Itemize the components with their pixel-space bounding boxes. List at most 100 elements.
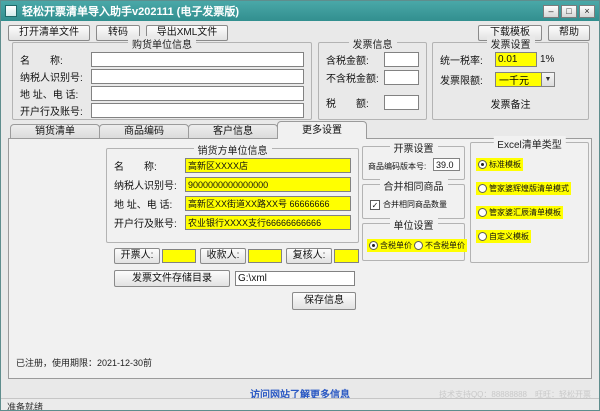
unit-settings-title: 单位设置 xyxy=(390,217,438,232)
amount-tax-row: 含税金额: xyxy=(326,52,419,67)
seller-bank-input[interactable] xyxy=(185,215,351,230)
excel-option-label: 自定义模板 xyxy=(489,231,529,242)
excel-option-label: 管家婆辉煌版清单模式 xyxy=(489,183,569,194)
invoice-settings-title: 发票设置 xyxy=(487,36,535,51)
seller-name-input[interactable] xyxy=(185,158,351,173)
invoice-settings-group: 发票设置 统一税率: 1% 发票限额: 一千元 ▼ 发票备注 xyxy=(432,42,589,120)
seller-info-group: 销货方单位信息 名 称: 纳税人识别号: 地 址、电 话: 开户行及账号: xyxy=(106,148,359,243)
merge-checkbox-row[interactable]: ✓ 合并相同商品数量 xyxy=(370,199,447,210)
excel-type-title: Excel清单类型 xyxy=(493,136,565,151)
help-button[interactable]: 帮助 xyxy=(548,25,590,41)
radio-selected-icon xyxy=(478,160,487,169)
registration-status: 已注册，使用期限：2021-12-30前 xyxy=(16,356,152,369)
excel-option-gjp-huichen[interactable]: 管家婆汇辰清单模板 xyxy=(476,206,563,219)
tab-product-code[interactable]: 商品编码 xyxy=(99,124,189,139)
buyer-taxid-row: 纳税人识别号: xyxy=(20,69,304,84)
tab-more-settings[interactable]: 更多设置 xyxy=(277,121,367,139)
app-window: 轻松开票清单导入助手v202111 (电子发票版) – □ × 打开清单文件 转… xyxy=(0,0,600,411)
titlebar: 轻松开票清单导入助手v202111 (电子发票版) – □ × xyxy=(1,1,599,21)
open-list-file-button[interactable]: 打开清单文件 xyxy=(8,25,90,41)
buyer-taxid-input[interactable] xyxy=(91,69,304,84)
code-version-input[interactable] xyxy=(433,158,460,171)
status-bar: 准备就绪 xyxy=(1,398,599,410)
tax-rate-label: 统一税率: xyxy=(440,52,492,67)
tax-amount-input[interactable] xyxy=(384,95,419,110)
amount-notax-row: 不含税金额: xyxy=(326,70,419,85)
reviewer-button[interactable]: 复核人: xyxy=(286,248,332,264)
seller-address-input[interactable] xyxy=(185,196,351,211)
tax-rate-input[interactable] xyxy=(495,52,537,67)
buyer-address-input[interactable] xyxy=(91,86,304,101)
seller-bank-row: 开户行及账号: xyxy=(114,215,351,230)
remark-label: 发票备注 xyxy=(433,96,588,111)
invoice-info-group: 发票信息 含税金额: 不含税金额: 税 额: xyxy=(318,42,427,120)
quota-label: 发票限额: xyxy=(440,72,492,87)
seller-taxid-input[interactable] xyxy=(185,177,351,192)
unit-option-label: 含税单价 xyxy=(380,240,412,251)
buyer-info-title: 购货单位信息 xyxy=(128,36,196,51)
radio-icon xyxy=(414,241,423,250)
payee-button[interactable]: 收款人: xyxy=(200,248,246,264)
excel-option-label: 管家婆汇辰清单模板 xyxy=(489,207,561,218)
close-button[interactable]: × xyxy=(579,5,595,18)
storage-path-input[interactable] xyxy=(235,271,355,286)
save-button[interactable]: 保存信息 xyxy=(292,292,356,310)
buyer-name-row: 名 称: xyxy=(20,52,304,67)
billing-settings-title: 开票设置 xyxy=(390,140,438,155)
excel-option-custom[interactable]: 自定义模板 xyxy=(476,230,531,243)
unit-settings-group: 单位设置 含税单价 不含税单价 xyxy=(362,223,465,261)
seller-taxid-label: 纳税人识别号: xyxy=(114,177,182,192)
excel-type-group: Excel清单类型 标准模板 管家婆辉煌版清单模式 管家婆汇辰清单模板 自定义模… xyxy=(470,142,589,263)
tax-rate-percent: 1% xyxy=(540,54,554,65)
merge-checkbox-label: 合并相同商品数量 xyxy=(383,199,447,210)
radio-icon xyxy=(478,184,487,193)
tax-amount-label: 税 额: xyxy=(326,95,381,110)
unit-option-tax-excluded[interactable]: 不含税单价 xyxy=(412,239,467,252)
merge-checkbox[interactable]: ✓ xyxy=(370,200,380,210)
chevron-down-icon: ▼ xyxy=(541,73,554,86)
tab-customer-info[interactable]: 客户信息 xyxy=(188,124,278,139)
radio-icon xyxy=(478,208,487,217)
unit-option-tax-included[interactable]: 含税单价 xyxy=(367,239,414,252)
amount-with-tax-input[interactable] xyxy=(384,52,419,67)
radio-selected-icon xyxy=(369,241,378,250)
buyer-bank-input[interactable] xyxy=(91,103,304,118)
reviewer-input[interactable] xyxy=(334,249,359,263)
payee-input[interactable] xyxy=(248,249,282,263)
merge-items-group: 合并相同商品 ✓ 合并相同商品数量 xyxy=(362,184,465,219)
seller-address-label: 地 址、电 话: xyxy=(114,196,182,211)
buyer-info-group: 购货单位信息 名 称: 纳税人识别号: 地 址、电 话: 开户行及账号: xyxy=(12,42,312,120)
amount-without-tax-input[interactable] xyxy=(384,70,419,85)
window-controls: – □ × xyxy=(543,5,595,18)
buyer-address-row: 地 址、电 话: xyxy=(20,86,304,101)
issuer-input[interactable] xyxy=(162,249,196,263)
buyer-taxid-label: 纳税人识别号: xyxy=(20,69,88,84)
storage-dir-button[interactable]: 发票文件存储目录 xyxy=(114,270,230,287)
excel-option-gjp-huihuang[interactable]: 管家婆辉煌版清单模式 xyxy=(476,182,571,195)
window-title: 轻松开票清单导入助手v202111 (电子发票版) xyxy=(22,3,239,19)
tab-sales-list[interactable]: 销货清单 xyxy=(10,124,100,139)
minimize-button[interactable]: – xyxy=(543,5,559,18)
seller-name-row: 名 称: xyxy=(114,158,351,173)
status-text: 准备就绪 xyxy=(7,400,43,411)
seller-info-title: 销货方单位信息 xyxy=(194,142,272,157)
quota-select[interactable]: 一千元 ▼ xyxy=(495,72,555,87)
seller-name-label: 名 称: xyxy=(114,158,182,173)
seller-bank-label: 开户行及账号: xyxy=(114,215,182,230)
buyer-bank-row: 开户行及账号: xyxy=(20,103,304,118)
buyer-name-label: 名 称: xyxy=(20,52,88,67)
issuer-button[interactable]: 开票人: xyxy=(114,248,160,264)
code-version-label: 商品编码版本号: xyxy=(368,161,426,172)
maximize-button[interactable]: □ xyxy=(561,5,577,18)
invoice-info-title: 发票信息 xyxy=(349,36,397,51)
unit-option-label: 不含税单价 xyxy=(425,240,465,251)
seller-taxid-row: 纳税人识别号: xyxy=(114,177,351,192)
buyer-name-input[interactable] xyxy=(91,52,304,67)
excel-option-label: 标准模板 xyxy=(489,159,521,170)
buyer-bank-label: 开户行及账号: xyxy=(20,103,88,118)
app-icon xyxy=(5,5,17,17)
quota-row: 发票限额: 一千元 ▼ xyxy=(440,72,581,87)
billing-settings-group: 开票设置 商品编码版本号: xyxy=(362,146,465,180)
excel-option-standard[interactable]: 标准模板 xyxy=(476,158,523,171)
amount-without-tax-label: 不含税金额: xyxy=(326,70,381,85)
